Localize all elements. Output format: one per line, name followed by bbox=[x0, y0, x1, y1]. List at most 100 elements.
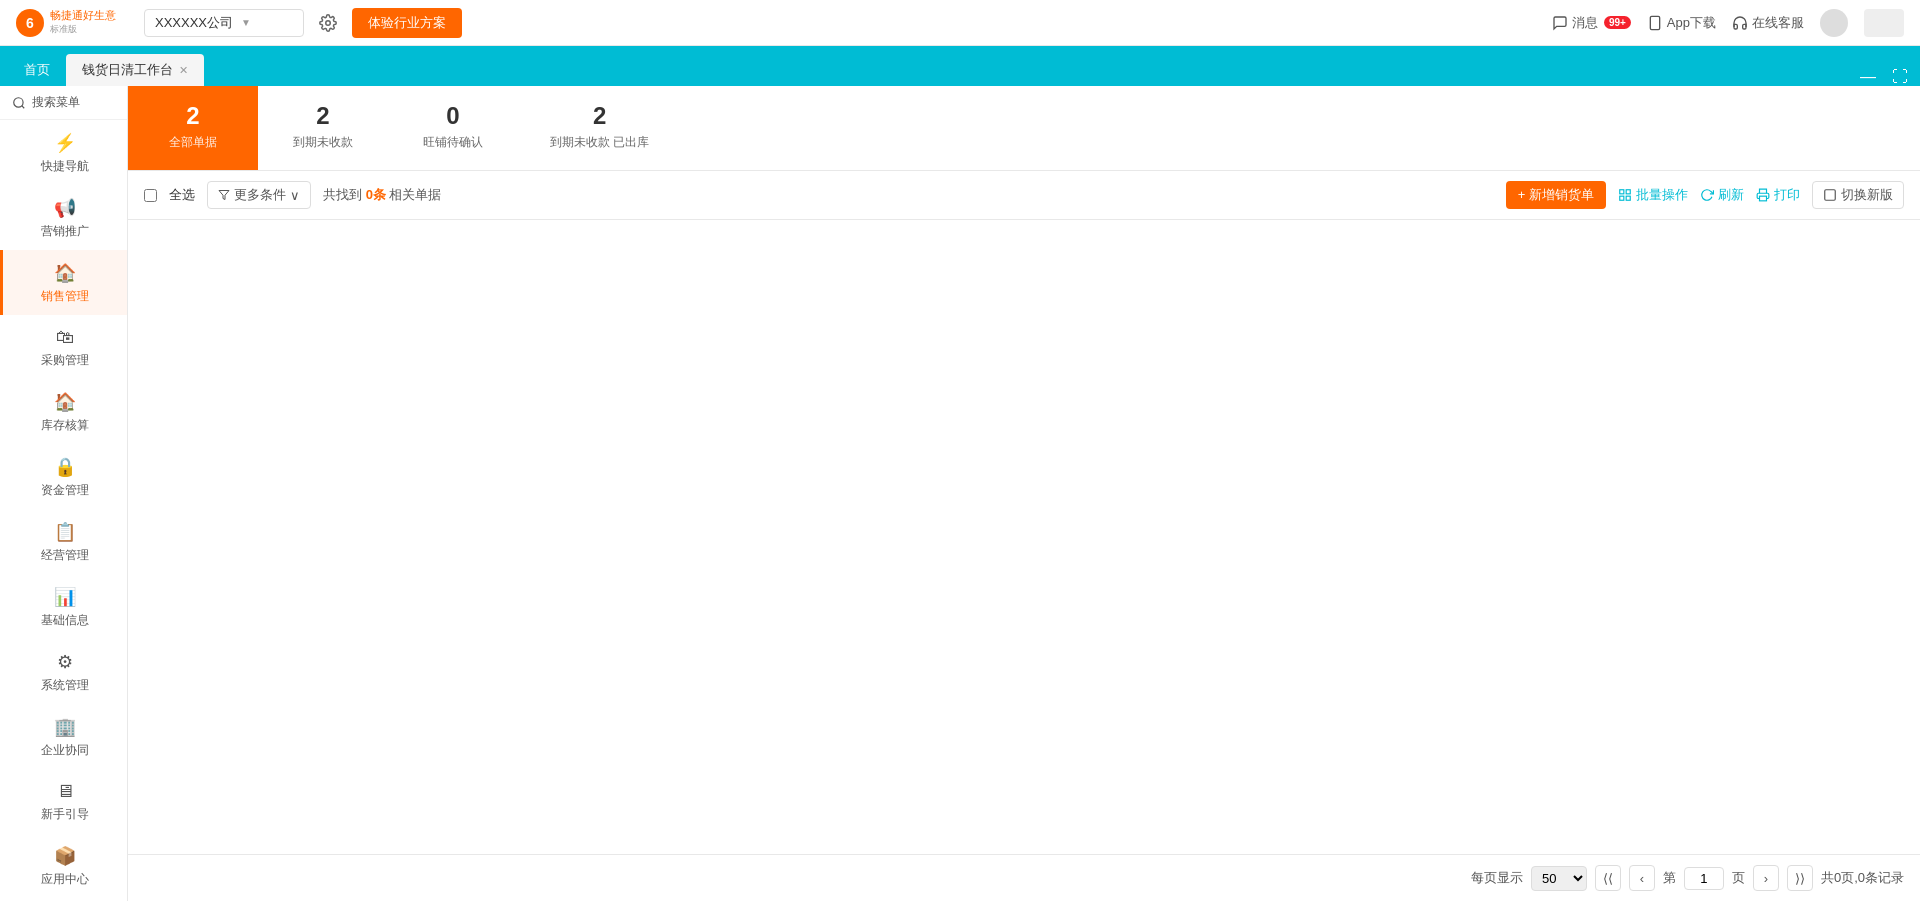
sidebar-item-inventory-label: 库存核算 bbox=[41, 417, 89, 434]
select-all-checkbox[interactable] bbox=[144, 189, 157, 202]
quick-nav-icon: ⚡ bbox=[54, 132, 76, 154]
tab-minimize-icon[interactable]: — bbox=[1856, 68, 1880, 86]
stat-label-pending: 旺铺待确认 bbox=[420, 134, 486, 151]
stat-card-pending[interactable]: 0 旺铺待确认 bbox=[388, 86, 518, 170]
app-download-label: App下载 bbox=[1667, 14, 1716, 32]
system-icon: ⚙ bbox=[57, 651, 73, 673]
basic-info-icon: 📊 bbox=[54, 586, 76, 608]
sidebar-item-system[interactable]: ⚙ 系统管理 bbox=[0, 639, 127, 704]
sidebar-item-purchase[interactable]: 🛍 采购管理 bbox=[0, 315, 127, 379]
guide-icon: 🖥 bbox=[56, 781, 74, 802]
svg-point-0 bbox=[326, 20, 331, 25]
prev-page-button[interactable]: ‹ bbox=[1629, 865, 1655, 891]
pagination: 每页显示 10 20 50 100 ⟨⟨ ‹ 第 页 › ⟩⟩ 共0页,0条记录 bbox=[128, 854, 1920, 901]
found-count: 0条 bbox=[366, 187, 386, 202]
page-label: 第 bbox=[1663, 869, 1676, 887]
nav-tabs-right: — ⛶ bbox=[1856, 68, 1920, 86]
svg-rect-7 bbox=[1626, 190, 1630, 194]
sidebar-item-enterprise[interactable]: 🏢 企业协同 bbox=[0, 704, 127, 769]
sidebar-item-inventory[interactable]: 🏠 库存核算 bbox=[0, 379, 127, 444]
stat-card-overdue[interactable]: 2 到期未收款 bbox=[258, 86, 388, 170]
per-page-select[interactable]: 10 20 50 100 bbox=[1531, 866, 1587, 891]
stat-card-overdue-out[interactable]: 2 到期未收款 已出库 bbox=[518, 86, 681, 170]
svg-rect-1 bbox=[1650, 16, 1659, 29]
online-service-label: 在线客服 bbox=[1752, 14, 1804, 32]
refresh-button[interactable]: 刷新 bbox=[1700, 186, 1744, 204]
page-input[interactable] bbox=[1684, 867, 1724, 890]
sidebar-item-app-center[interactable]: 📦 应用中心 bbox=[0, 833, 127, 898]
page-suffix: 页 bbox=[1732, 869, 1745, 887]
message-button[interactable]: 消息 99+ bbox=[1552, 14, 1631, 32]
sidebar-item-purchase-label: 采购管理 bbox=[41, 352, 89, 369]
trial-button[interactable]: 体验行业方案 bbox=[352, 8, 462, 38]
stat-label-overdue: 到期未收款 bbox=[290, 134, 356, 151]
first-page-button[interactable]: ⟨⟨ bbox=[1595, 865, 1621, 891]
svg-marker-5 bbox=[219, 191, 229, 200]
sidebar: 搜索菜单 ⚡ 快捷导航 📢 营销推广 🏠 销售管理 🛍 采购管理 🏠 库存核算 … bbox=[0, 86, 128, 901]
new-order-button[interactable]: + 新增销货单 bbox=[1506, 181, 1606, 209]
last-page-button[interactable]: ⟩⟩ bbox=[1787, 865, 1813, 891]
app-name: 畅捷通好生意 bbox=[50, 9, 116, 22]
app-badge: 标准版 bbox=[50, 23, 116, 36]
svg-rect-11 bbox=[1825, 190, 1836, 201]
found-suffix: 相关单据 bbox=[389, 187, 441, 202]
stat-card-all[interactable]: 2 全部单据 bbox=[128, 86, 258, 170]
tab-work[interactable]: 钱货日清工作台 ✕ bbox=[66, 54, 204, 86]
sidebar-item-guide-label: 新手引导 bbox=[41, 806, 89, 823]
company-selector[interactable]: XXXXXX公司 ▼ bbox=[144, 9, 304, 37]
stat-number-pending: 0 bbox=[420, 102, 486, 130]
found-prefix: 共找到 bbox=[323, 187, 362, 202]
found-text: 共找到 0条 相关单据 bbox=[323, 186, 441, 204]
sidebar-item-basic-info-label: 基础信息 bbox=[41, 612, 89, 629]
next-page-button[interactable]: › bbox=[1753, 865, 1779, 891]
sidebar-item-sales-label: 销售管理 bbox=[41, 288, 89, 305]
filter-button[interactable]: 更多条件 ∨ bbox=[207, 181, 311, 209]
sidebar-item-guide[interactable]: 🖥 新手引导 bbox=[0, 769, 127, 833]
per-page-label: 每页显示 bbox=[1471, 869, 1523, 887]
stat-label-overdue-out: 到期未收款 已出库 bbox=[550, 134, 649, 151]
tab-home-label: 首页 bbox=[24, 61, 50, 79]
sidebar-item-marketing[interactable]: 📢 营销推广 bbox=[0, 185, 127, 250]
sidebar-item-operations-label: 经营管理 bbox=[41, 547, 89, 564]
tab-work-label: 钱货日清工作台 bbox=[82, 61, 173, 79]
batch-op-label: 批量操作 bbox=[1636, 186, 1688, 204]
company-dropdown-icon: ▼ bbox=[241, 17, 251, 28]
sidebar-item-marketing-label: 营销推广 bbox=[41, 223, 89, 240]
sidebar-item-quick-nav-label: 快捷导航 bbox=[41, 158, 89, 175]
search-menu-button[interactable]: 搜索菜单 bbox=[0, 86, 127, 120]
svg-rect-10 bbox=[1760, 196, 1767, 201]
user-name-area[interactable] bbox=[1864, 9, 1904, 37]
stats-row: 2 全部单据 2 到期未收款 0 旺铺待确认 2 到期未收款 已出库 bbox=[128, 86, 1920, 171]
sidebar-item-basic-info[interactable]: 📊 基础信息 bbox=[0, 574, 127, 639]
tab-close-icon[interactable]: ✕ bbox=[179, 64, 188, 77]
sidebar-item-finance[interactable]: 🔒 资金管理 bbox=[0, 444, 127, 509]
sidebar-item-quick-nav[interactable]: ⚡ 快捷导航 bbox=[0, 120, 127, 185]
sidebar-item-operations[interactable]: 📋 经营管理 bbox=[0, 509, 127, 574]
filter-label: 更多条件 bbox=[234, 186, 286, 204]
svg-line-4 bbox=[22, 105, 25, 108]
online-service-button[interactable]: 在线客服 bbox=[1732, 14, 1804, 32]
sidebar-item-enterprise-label: 企业协同 bbox=[41, 742, 89, 759]
message-badge: 99+ bbox=[1604, 16, 1631, 29]
main-layout: 搜索菜单 ⚡ 快捷导航 📢 营销推广 🏠 销售管理 🛍 采购管理 🏠 库存核算 … bbox=[0, 86, 1920, 901]
switch-version-button[interactable]: 切换新版 bbox=[1812, 181, 1904, 209]
purchase-icon: 🛍 bbox=[56, 327, 74, 348]
select-all-label: 全选 bbox=[169, 186, 195, 204]
svg-rect-6 bbox=[1620, 190, 1624, 194]
finance-icon: 🔒 bbox=[54, 456, 76, 478]
print-button[interactable]: 打印 bbox=[1756, 186, 1800, 204]
marketing-icon: 📢 bbox=[54, 197, 76, 219]
svg-rect-8 bbox=[1626, 196, 1630, 200]
batch-op-button[interactable]: 批量操作 bbox=[1618, 186, 1688, 204]
avatar[interactable] bbox=[1820, 9, 1848, 37]
sidebar-item-sales[interactable]: 🏠 销售管理 bbox=[0, 250, 127, 315]
tab-expand-icon[interactable]: ⛶ bbox=[1888, 68, 1912, 86]
app-download-button[interactable]: App下载 bbox=[1647, 14, 1716, 32]
content-area: 2 全部单据 2 到期未收款 0 旺铺待确认 2 到期未收款 已出库 全选 bbox=[128, 86, 1920, 901]
total-info: 共0页,0条记录 bbox=[1821, 869, 1904, 887]
header-right: 消息 99+ App下载 在线客服 bbox=[1552, 9, 1904, 37]
settings-button[interactable] bbox=[312, 7, 344, 39]
tab-home[interactable]: 首页 bbox=[8, 54, 66, 86]
toolbar: 全选 更多条件 ∨ 共找到 0条 相关单据 + 新增销货单 bbox=[128, 171, 1920, 220]
stat-number-overdue-out: 2 bbox=[550, 102, 649, 130]
